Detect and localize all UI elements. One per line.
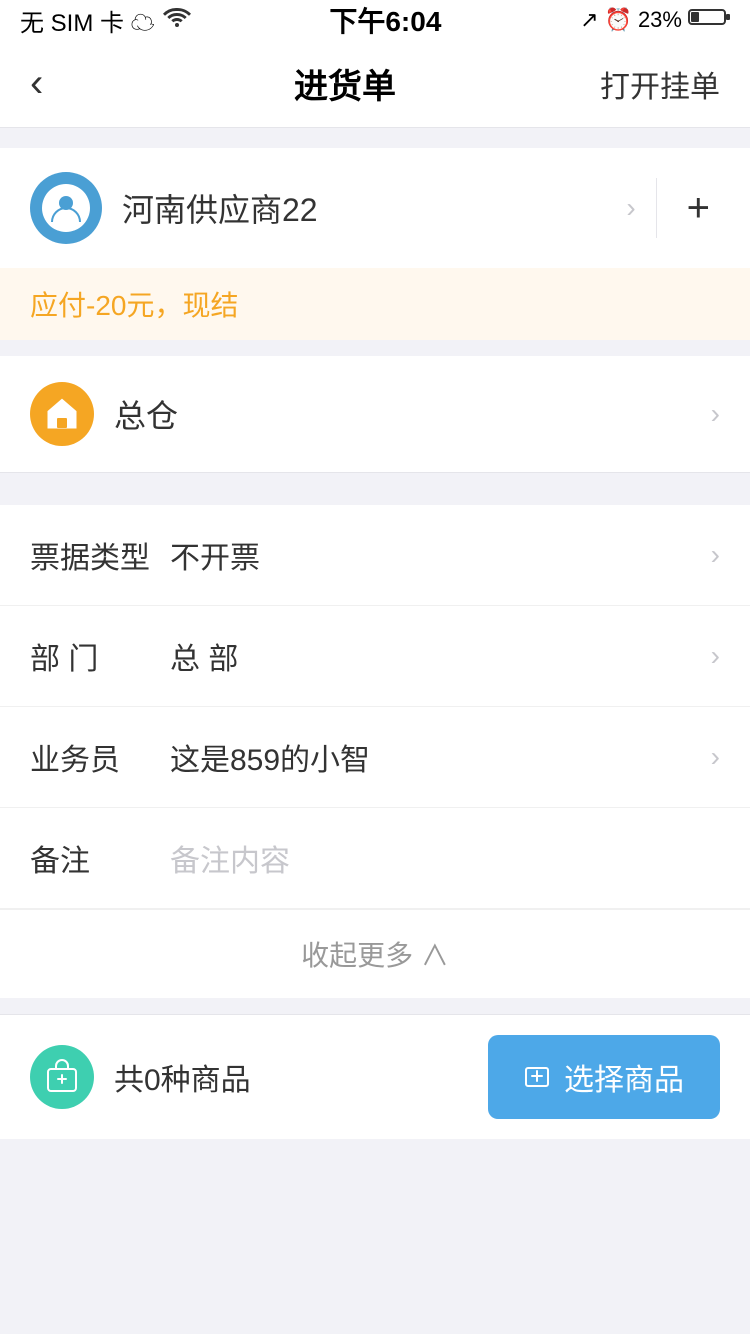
salesperson-chevron-icon: › [711, 741, 720, 773]
select-product-label: 选择商品 [564, 1055, 684, 1099]
alarm-icon: ⏰ [605, 7, 632, 33]
product-icon [30, 1045, 94, 1109]
collapse-row[interactable]: 收起更多 ∧ [0, 909, 750, 998]
supplier-section: 河南供应商22 › + 应付-20元，现结 [0, 148, 750, 340]
remarks-row[interactable]: 备注 备注内容 [0, 808, 750, 909]
status-right: ↗ ⏰ 23% [580, 7, 730, 33]
page-title: 进货单 [294, 59, 396, 108]
warehouse-row[interactable]: 总仓 › [0, 356, 750, 473]
warehouse-name: 总仓 [114, 391, 701, 437]
back-button[interactable]: ‹ [30, 61, 90, 106]
section-divider-2 [0, 473, 750, 489]
status-left: 无 SIM 卡 ☁ [20, 3, 191, 38]
warehouse-icon [30, 382, 94, 446]
remarks-label: 备注 [30, 836, 170, 880]
supplier-row[interactable]: 河南供应商22 › + [0, 148, 750, 268]
avatar-inner [42, 184, 90, 232]
vertical-divider [656, 178, 657, 238]
wifi-icon [163, 6, 191, 34]
warehouse-chevron-icon: › [711, 398, 720, 430]
product-count-label: 共0种商品 [114, 1055, 488, 1099]
invoice-type-row[interactable]: 票据类型 不开票 › [0, 505, 750, 606]
status-bar: 无 SIM 卡 ☁ 下午6:04 ↗ ⏰ 23% [0, 0, 750, 40]
invoice-chevron-icon: › [711, 539, 720, 571]
salesperson-row[interactable]: 业务员 这是859的小智 › [0, 707, 750, 808]
invoice-type-value: 不开票 [170, 533, 701, 577]
remarks-input[interactable]: 备注内容 [170, 836, 720, 880]
open-pending-button[interactable]: 打开挂单 [600, 62, 720, 106]
form-section: 票据类型 不开票 › 部 门 总 部 › 业务员 这是859的小智 › 备注 备… [0, 505, 750, 998]
nav-bar: ‹ 进货单 打开挂单 [0, 40, 750, 128]
battery-icon [688, 7, 730, 33]
department-chevron-icon: › [711, 640, 720, 672]
invoice-type-label: 票据类型 [30, 533, 170, 577]
section-gap-1 [0, 128, 750, 148]
department-label: 部 门 [30, 634, 170, 678]
department-value: 总 部 [170, 634, 701, 678]
select-product-button[interactable]: 选择商品 [488, 1035, 720, 1119]
department-row[interactable]: 部 门 总 部 › [0, 606, 750, 707]
section-divider-1 [0, 340, 750, 356]
location-icon: ↗ [580, 7, 598, 33]
battery-level: 23% [638, 7, 682, 33]
warning-banner: 应付-20元，现结 [0, 268, 750, 340]
status-time: 下午6:04 [329, 0, 441, 40]
add-supplier-button[interactable]: + [677, 186, 720, 231]
collapse-label: 收起更多 ∧ [301, 934, 449, 974]
supplier-avatar [30, 172, 102, 244]
sim-signal: 无 SIM 卡 ☁ [20, 3, 155, 38]
supplier-name: 河南供应商22 [122, 185, 616, 231]
supplier-chevron-icon: › [626, 192, 635, 224]
bottom-bar: 共0种商品 选择商品 [0, 1014, 750, 1139]
salesperson-value: 这是859的小智 [170, 735, 701, 779]
salesperson-label: 业务员 [30, 735, 170, 779]
